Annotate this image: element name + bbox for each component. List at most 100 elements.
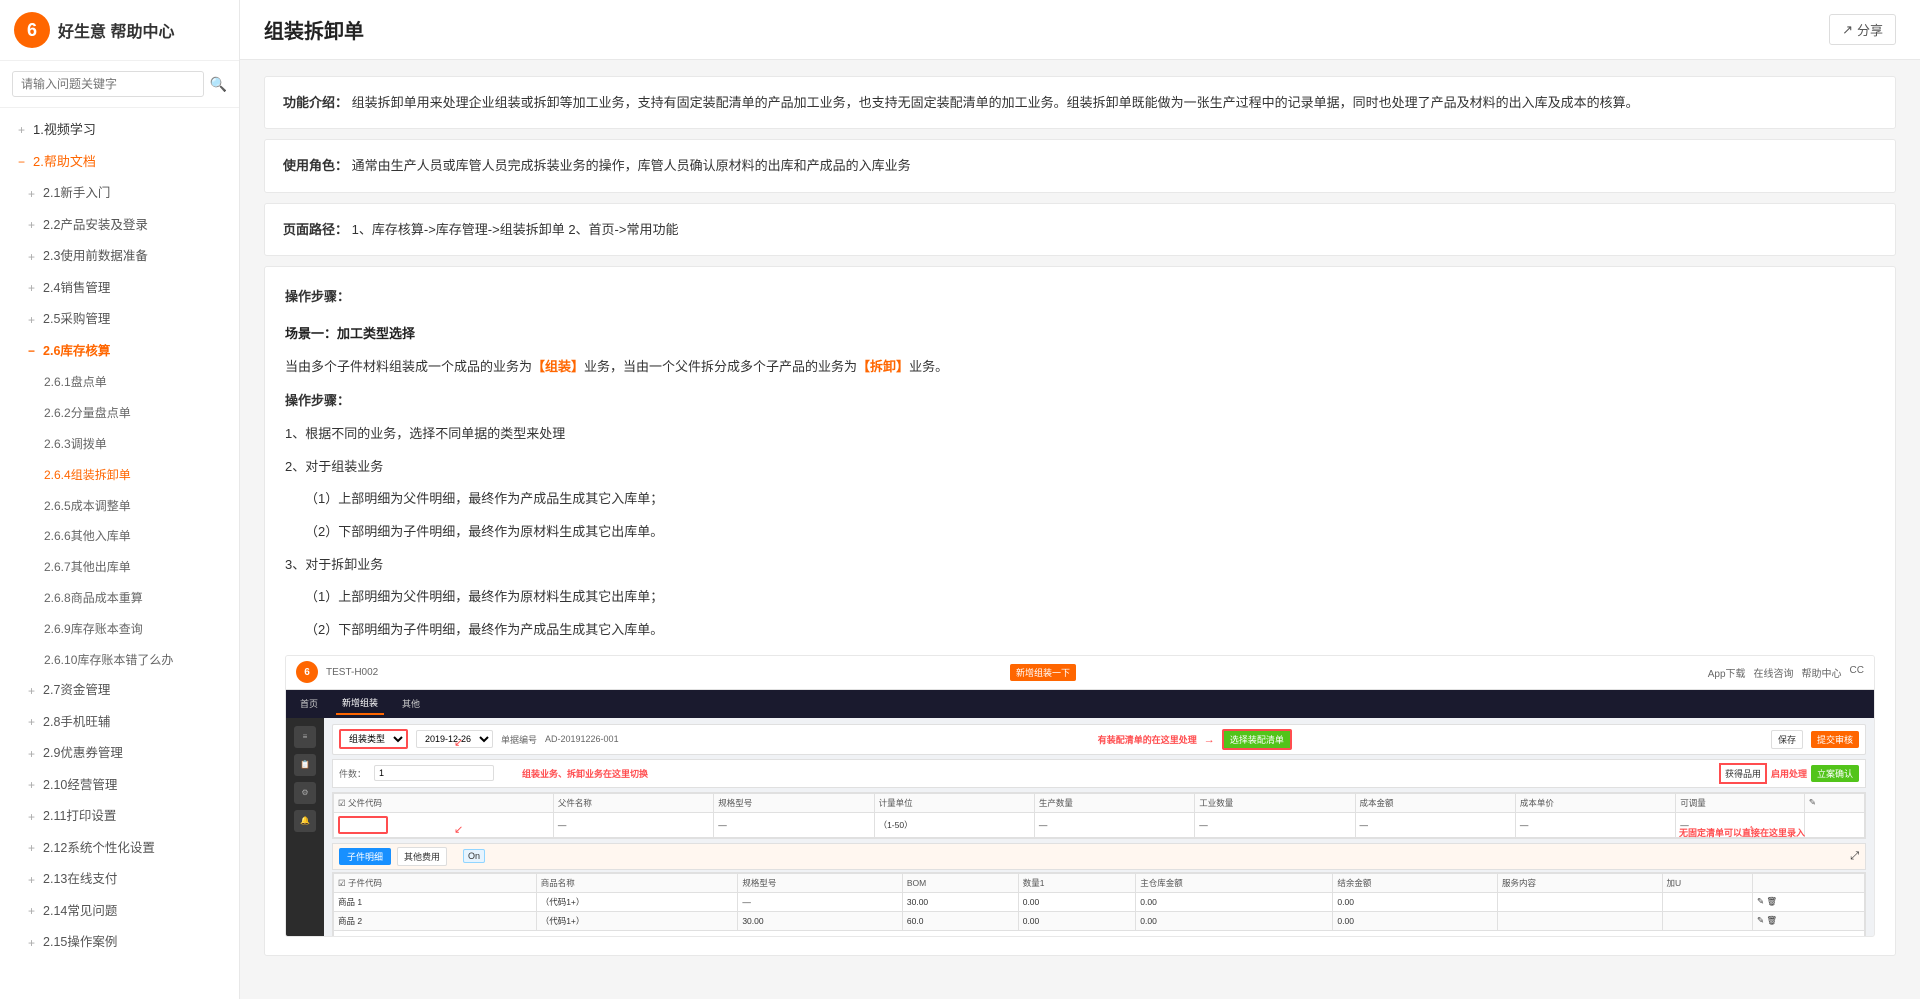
screenshot-wrapper: 6 TEST-H002 新增组装一下 App下载 在线咨询 帮助中心 CC — [285, 655, 1875, 937]
sidebar-item-assembly[interactable]: 2.6.4组装拆卸单 — [0, 460, 239, 491]
sim-sub-th-1: ☑ 子件代码 — [334, 873, 537, 892]
sidebar-item-help-docs[interactable]: − 2.帮助文档 — [0, 146, 239, 178]
sim-submit-btn[interactable]: 提交审核 — [1811, 731, 1859, 748]
sim-count-input[interactable] — [374, 765, 494, 781]
sim-parent-table-container: ☑ 父件代码 父件名称 规格型号 计量单位 生产数量 工业数量 成本金额 成本单… — [332, 792, 1866, 839]
sidebar-item-online-pay[interactable]: + 2.13在线支付 — [0, 864, 239, 896]
sidebar-item-other-out[interactable]: 2.6.7其他出库单 — [0, 552, 239, 583]
expand-icon: + — [28, 840, 35, 857]
sim-sub-tab[interactable]: 子件明细 — [339, 848, 391, 865]
sim-parent-table: ☑ 父件代码 父件名称 规格型号 计量单位 生产数量 工业数量 成本金额 成本单… — [333, 793, 1865, 838]
sim-th-8: 成本单价 — [1515, 793, 1675, 812]
expand-icon: + — [28, 809, 35, 826]
sidebar-item-cases[interactable]: + 2.15操作案例 — [0, 927, 239, 959]
sim-cell-spec: — — [714, 812, 874, 837]
step3-2: （2）下部明细为子件明细，最终作为产成品生成其它入库单。 — [285, 618, 1875, 643]
sim-th-1: ☑ 父件代码 — [334, 793, 554, 812]
sim-sub-th-7: 结余金额 — [1333, 873, 1498, 892]
share-button[interactable]: ↗ 分享 — [1829, 14, 1896, 45]
sim-form-top: 组装类型 拆卸类型 2019-12-26 单据编号 AD-20191226-00… — [332, 724, 1866, 755]
sim-empty-row-3: 4 — [334, 930, 1865, 936]
sim-select-bom-btn[interactable]: 选择装配清单 — [1222, 729, 1292, 750]
expand-icon: + — [28, 186, 35, 203]
sim-new-btn[interactable]: 新增组装一下 — [1010, 664, 1076, 681]
sim-date-select[interactable]: 2019-12-26 — [416, 730, 493, 748]
expand-icon: + — [28, 746, 35, 763]
sim-expand-icon[interactable]: ⤢ — [1850, 850, 1859, 863]
expand-icon: + — [28, 280, 35, 297]
sidebar-item-video[interactable]: + 1.视频学习 — [0, 114, 239, 146]
sidebar-item-print[interactable]: + 2.11打印设置 — [0, 801, 239, 833]
sim-on-badge[interactable]: On — [463, 849, 485, 863]
sidebar-item-split-count[interactable]: 2.6.2分量盘点单 — [0, 398, 239, 429]
sim-sub-cell-2-6: 0.00 — [1136, 911, 1333, 930]
sim-enable-input[interactable]: 获得品用 — [1719, 763, 1767, 784]
sim-sub-cell-1-8 — [1497, 892, 1662, 911]
search-input[interactable] — [12, 71, 204, 97]
main-header: 组装拆卸单 ↗ 分享 — [240, 0, 1920, 60]
sidebar-item-coupon[interactable]: + 2.9优惠券管理 — [0, 738, 239, 770]
sim-sub-th-9: 加U — [1662, 873, 1752, 892]
sidebar-item-faq[interactable]: + 2.14常见问题 — [0, 896, 239, 928]
sim-other-tab[interactable]: 其他费用 — [397, 847, 447, 866]
sim-code-field[interactable] — [338, 816, 388, 834]
sidebar-item-newcomer[interactable]: + 2.1新手入门 — [0, 178, 239, 210]
sidebar-item-stock-wrong[interactable]: 2.6.10库存账本错了么办 — [0, 645, 239, 676]
sidebar-item-data-prep[interactable]: + 2.3使用前数据准备 — [0, 241, 239, 273]
path-text: 1、库存核算->库存管理->组装拆卸单 2、首页->常用功能 — [352, 222, 679, 237]
sim-cell-price: — — [1515, 812, 1675, 837]
nav-tree: + 1.视频学习 − 2.帮助文档 + 2.1新手入门 + 2.2产品安装及登录… — [0, 108, 239, 999]
sim-type-select[interactable]: 组装类型 拆卸类型 — [339, 729, 408, 749]
expand-icon: + — [28, 683, 35, 700]
sim-sub-row-3: 4 — [334, 930, 1865, 936]
sim-topbar: 6 TEST-H002 新增组装一下 App下载 在线咨询 帮助中心 CC — [286, 656, 1874, 690]
search-icon[interactable]: 🔍 — [210, 76, 227, 93]
sidebar-item-mobile[interactable]: + 2.8手机旺辅 — [0, 707, 239, 739]
sim-enable-area: 获得品用 启用处理 立案确认 — [1719, 763, 1859, 784]
sidebar-item-other-in[interactable]: 2.6.6其他入库单 — [0, 521, 239, 552]
sidebar-item-cost-calc[interactable]: 2.6.8商品成本重算 — [0, 583, 239, 614]
sidebar-item-count[interactable]: 2.6.1盘点单 — [0, 367, 239, 398]
sim-icon-4[interactable]: 🔔 — [294, 810, 316, 832]
sim-sub-cell-2-1: 商品 2 — [334, 911, 537, 930]
sim-icon-3[interactable]: ⚙ — [294, 782, 316, 804]
sidebar-item-adjust[interactable]: 2.6.3调拨单 — [0, 429, 239, 460]
sim-code-val: AD-20191226-001 — [545, 734, 619, 744]
intro-label: 功能介绍： — [283, 95, 348, 110]
sim-sub-cell-1-4: 30.00 — [902, 892, 1018, 911]
search-bar: 🔍 — [0, 61, 239, 108]
sim-sub-th-4: BOM — [902, 873, 1018, 892]
sim-nav-other[interactable]: 其他 — [396, 693, 426, 714]
ops-title: 操作步骤： — [285, 285, 1875, 310]
sim-nav-home[interactable]: 首页 — [294, 693, 324, 714]
sim-sub-table-container: ☑ 子件代码 商品名称 规格型号 BOM 数量1 主仓库金额 结余金额 服务内容 — [332, 872, 1866, 936]
sim-status-label: 件数： — [339, 767, 366, 780]
sim-cell-code — [334, 812, 554, 837]
sim-icon-2[interactable]: 📋 — [294, 754, 316, 776]
sidebar-item-install[interactable]: + 2.2产品安装及登录 — [0, 210, 239, 242]
sidebar-item-cash[interactable]: + 2.7资金管理 — [0, 675, 239, 707]
expand-icon: + — [28, 935, 35, 952]
sim-nav-new[interactable]: 新增组装 — [336, 692, 384, 715]
sidebar-item-inventory[interactable]: − 2.6库存核算 — [0, 336, 239, 368]
sidebar-item-sales[interactable]: + 2.4销售管理 — [0, 273, 239, 305]
sidebar-item-cost-adjust[interactable]: 2.6.5成本调整单 — [0, 491, 239, 522]
expand-icon: + — [28, 312, 35, 329]
role-block: 使用角色： 通常由生产人员或库管人员完成拆装业务的操作，库管人员确认原材料的出库… — [264, 139, 1896, 192]
sidebar-item-stock-query[interactable]: 2.6.9库存账本查询 — [0, 614, 239, 645]
sim-sub-th-3: 规格型号 — [738, 873, 903, 892]
path-label: 页面路径： — [283, 222, 348, 237]
sim-confirm-btn[interactable]: 立案确认 — [1811, 765, 1859, 782]
sim-help-text: 在线咨询 — [1754, 665, 1794, 680]
sidebar-item-purchase[interactable]: + 2.5采购管理 — [0, 304, 239, 336]
expand-icon: + — [28, 777, 35, 794]
sidebar-item-operations[interactable]: + 2.10经营管理 — [0, 770, 239, 802]
step3-1: （1）上部明细为父件明细，最终作为原材料生成其它出库单； — [285, 585, 1875, 610]
sidebar-item-personalize[interactable]: + 2.12系统个性化设置 — [0, 833, 239, 865]
sim-save-btn[interactable]: 保存 — [1771, 730, 1803, 749]
sim-assembly-label-container: 组装业务、拆卸业务在这里切换 — [522, 767, 648, 780]
logo-icon: 6 — [14, 12, 50, 48]
brand-name: 好生意 帮助中心 — [58, 18, 174, 42]
sim-sub-header-row: 子件明细 其他费用 On 无固定清单可以直接在这里录入 ⤢ — [332, 843, 1866, 870]
sim-icon-1[interactable]: ≡ — [294, 726, 316, 748]
